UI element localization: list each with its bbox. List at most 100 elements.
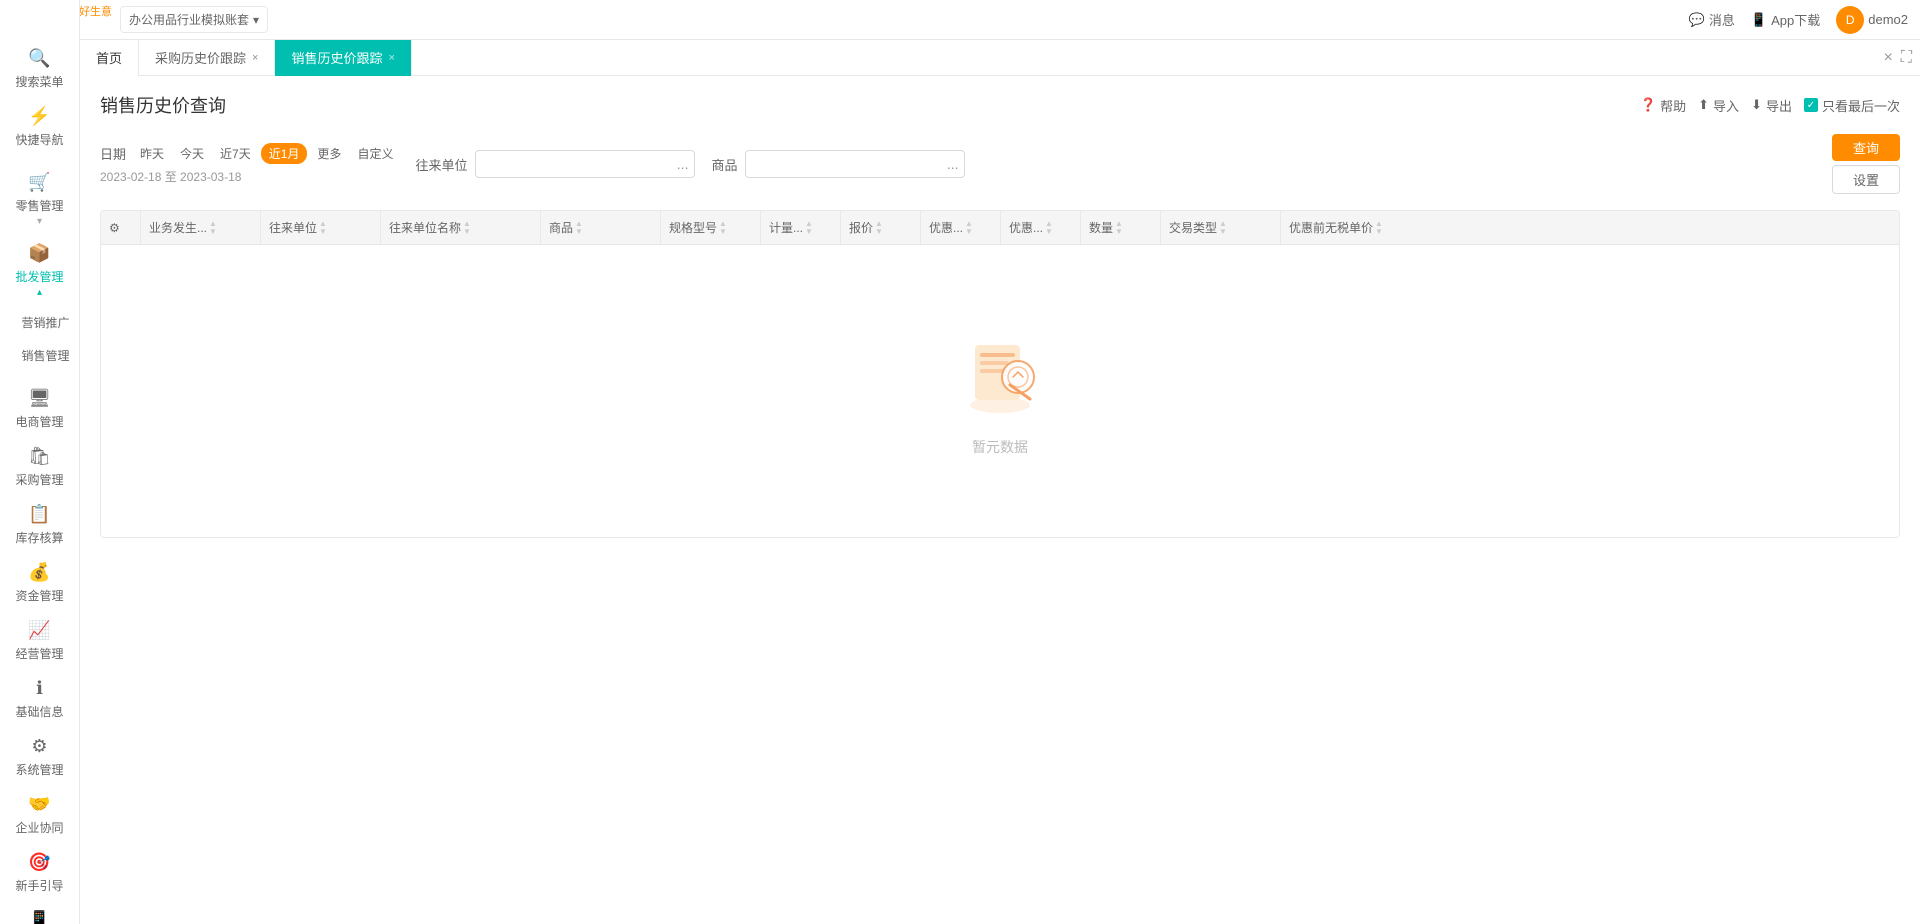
sidebar-item-enterprise-collab[interactable]: 🤝 企业协同: [0, 786, 80, 844]
sidebar-item-app-center[interactable]: 📱 应用中心: [0, 902, 80, 924]
app-download-btn[interactable]: 📱 App下载: [1751, 10, 1820, 29]
date-btn-today[interactable]: 今天: [174, 143, 210, 164]
close-tab2-icon[interactable]: ×: [388, 52, 394, 64]
export-btn[interactable]: ⬇ 导出: [1751, 96, 1792, 115]
tab-purchase-history[interactable]: 采购历史价跟踪 ×: [139, 40, 275, 76]
col-unit[interactable]: 计量... ▲▼: [761, 211, 841, 244]
col-partner-code[interactable]: 往来单位 ▲▼: [261, 211, 381, 244]
sort-goods[interactable]: ▲▼: [575, 220, 583, 236]
sort-unit[interactable]: ▲▼: [805, 220, 813, 236]
col-spec[interactable]: 规格型号 ▲▼: [661, 211, 761, 244]
col-goods[interactable]: 商品 ▲▼: [541, 211, 661, 244]
goods-label: 商品: [711, 155, 737, 174]
sidebar-item-basic-info[interactable]: ℹ 基础信息: [0, 670, 80, 728]
chevron-down-icon: ▾: [253, 13, 259, 27]
sidebar-item-search-menu[interactable]: 🔍 搜索菜单: [0, 40, 80, 98]
goods-dots-btn[interactable]: ...: [947, 156, 959, 172]
sidebar-item-purchase[interactable]: 🛍 采购管理: [0, 438, 80, 496]
collab-icon: 🤝: [28, 794, 50, 815]
import-icon: ⬆: [1698, 97, 1709, 113]
tab-home[interactable]: 首页: [80, 40, 139, 76]
partner-dots-btn[interactable]: ...: [677, 156, 689, 172]
company-selector[interactable]: 办公用品行业模拟账套 ▾: [120, 6, 268, 33]
empty-state: 暂元数据: [101, 245, 1899, 537]
top-header: 畅 畅捷通好生意 标准版 办公用品行业模拟账套 ▾ 💬 消息 📱 App下载 D…: [0, 0, 1920, 40]
sort-qty[interactable]: ▲▼: [1115, 220, 1123, 236]
tab-sales-history[interactable]: 销售历史价跟踪 ×: [275, 40, 411, 76]
col-qty[interactable]: 数量 ▲▼: [1081, 211, 1161, 244]
system-icon: ⚙: [31, 736, 47, 757]
col-discount1[interactable]: 优惠... ▲▼: [921, 211, 1001, 244]
date-btn-more[interactable]: 更多: [311, 143, 347, 164]
sidebar-item-sales-mgmt[interactable]: 销售管理: [0, 339, 80, 372]
date-filter: 日期 昨天 今天 近7天 近1月 更多 自定义 2023-02-18 至 202…: [100, 143, 399, 185]
sort-discount2[interactable]: ▲▼: [1045, 220, 1053, 236]
col-biz-date[interactable]: 业务发生... ▲▼: [141, 211, 261, 244]
col-trade-type[interactable]: 交易类型 ▲▼: [1161, 211, 1281, 244]
only-last-checkbox[interactable]: ✓: [1804, 98, 1818, 112]
sidebar-item-guide[interactable]: 🎯 新手引导: [0, 844, 80, 902]
sort-biz-date[interactable]: ▲▼: [209, 220, 217, 236]
partner-input-wrapper[interactable]: ...: [475, 150, 695, 178]
query-btn[interactable]: 查询: [1832, 134, 1900, 161]
sidebar-item-ecommerce[interactable]: 🖥 电商管理: [0, 380, 80, 438]
ecommerce-icon: 🖥: [28, 388, 51, 409]
date-btn-custom[interactable]: 自定义: [351, 143, 399, 164]
close-tab1-icon[interactable]: ×: [252, 52, 258, 64]
date-btn-yesterday[interactable]: 昨天: [134, 143, 170, 164]
page-title-bar: 销售历史价查询 ❓ 帮助 ⬆ 导入 ⬇ 导出 ✓ 只看最后一次: [100, 92, 1900, 118]
table-container: ⚙ 业务发生... ▲▼ 往来单位 ▲▼ 往来单位名称 ▲▼ 商品 ▲▼: [100, 210, 1900, 538]
col-quote[interactable]: 报价 ▲▼: [841, 211, 921, 244]
sidebar-item-quick-nav[interactable]: ⚡ 快捷导航: [0, 98, 80, 156]
avatar: D: [1836, 6, 1864, 34]
sort-quote[interactable]: ▲▼: [875, 220, 883, 236]
filter-area: 日期 昨天 今天 近7天 近1月 更多 自定义 2023-02-18 至 202…: [100, 134, 1900, 194]
sort-spec[interactable]: ▲▼: [719, 220, 727, 236]
window-close-btn[interactable]: ×: [1883, 49, 1892, 67]
date-btn-7days[interactable]: 近7天: [214, 143, 257, 164]
col-discount2[interactable]: 优惠... ▲▼: [1001, 211, 1081, 244]
chevron-down-icon: ▾: [37, 216, 42, 227]
col-settings[interactable]: ⚙: [101, 211, 141, 244]
sort-discount1[interactable]: ▲▼: [965, 220, 973, 236]
purchase-icon: 🛍: [28, 446, 51, 467]
user-area[interactable]: D demo2: [1836, 6, 1908, 34]
only-last-checkbox-label[interactable]: ✓ 只看最后一次: [1804, 96, 1900, 115]
date-btn-1month[interactable]: 近1月: [261, 143, 308, 164]
message-btn[interactable]: 💬 消息: [1689, 10, 1735, 29]
sidebar-item-operations[interactable]: 📈 经营管理: [0, 612, 80, 670]
phone-icon: 📱: [1751, 12, 1767, 28]
help-btn[interactable]: ❓ 帮助: [1640, 96, 1686, 115]
help-icon: ❓: [1640, 97, 1656, 113]
window-maximize-btn[interactable]: ⛶: [1901, 49, 1912, 67]
sort-trade-type[interactable]: ▲▼: [1219, 220, 1227, 236]
date-filter-group: 日期 昨天 今天 近7天 近1月 更多 自定义: [100, 143, 399, 164]
sidebar-item-retail-mgmt[interactable]: 🛒 零售管理 ▾: [0, 164, 80, 235]
basic-info-icon: ℹ: [36, 678, 43, 699]
operations-icon: 📈: [28, 620, 50, 641]
quick-nav-icon: ⚡: [28, 106, 50, 127]
sidebar-item-finance[interactable]: 💰 资金管理: [0, 554, 80, 612]
sidebar-item-wholesale-mgmt[interactable]: 📦 批发管理 ▴: [0, 235, 80, 306]
inventory-icon: 📋: [28, 504, 50, 525]
col-partner-name[interactable]: 往来单位名称 ▲▼: [381, 211, 541, 244]
sidebar-item-system[interactable]: ⚙ 系统管理: [0, 728, 80, 786]
partner-input[interactable]: [482, 157, 676, 172]
partner-label: 往来单位: [415, 155, 467, 174]
empty-text: 暂元数据: [972, 437, 1028, 457]
settings-icon[interactable]: ⚙: [109, 221, 120, 235]
tab-bar: 首页 采购历史价跟踪 × 销售历史价跟踪 × × ⛶: [80, 40, 1920, 76]
header-right: 💬 消息 📱 App下载 D demo2: [1689, 6, 1908, 34]
sort-partner-code[interactable]: ▲▼: [319, 220, 327, 236]
sort-pretax-price[interactable]: ▲▼: [1375, 220, 1383, 236]
col-pretax-price[interactable]: 优惠前无税单价 ▲▼: [1281, 211, 1899, 244]
settings-btn[interactable]: 设置: [1832, 165, 1900, 194]
goods-input[interactable]: [752, 157, 946, 172]
main-content: 销售历史价查询 ❓ 帮助 ⬆ 导入 ⬇ 导出 ✓ 只看最后一次: [80, 76, 1920, 924]
date-buttons: 昨天 今天 近7天 近1月 更多 自定义: [134, 143, 399, 164]
sidebar-item-marketing[interactable]: 营销推广: [0, 306, 80, 339]
goods-input-wrapper[interactable]: ...: [745, 150, 965, 178]
import-btn[interactable]: ⬆ 导入: [1698, 96, 1739, 115]
sort-partner-name[interactable]: ▲▼: [463, 220, 471, 236]
sidebar-item-inventory[interactable]: 📋 库存核算: [0, 496, 80, 554]
